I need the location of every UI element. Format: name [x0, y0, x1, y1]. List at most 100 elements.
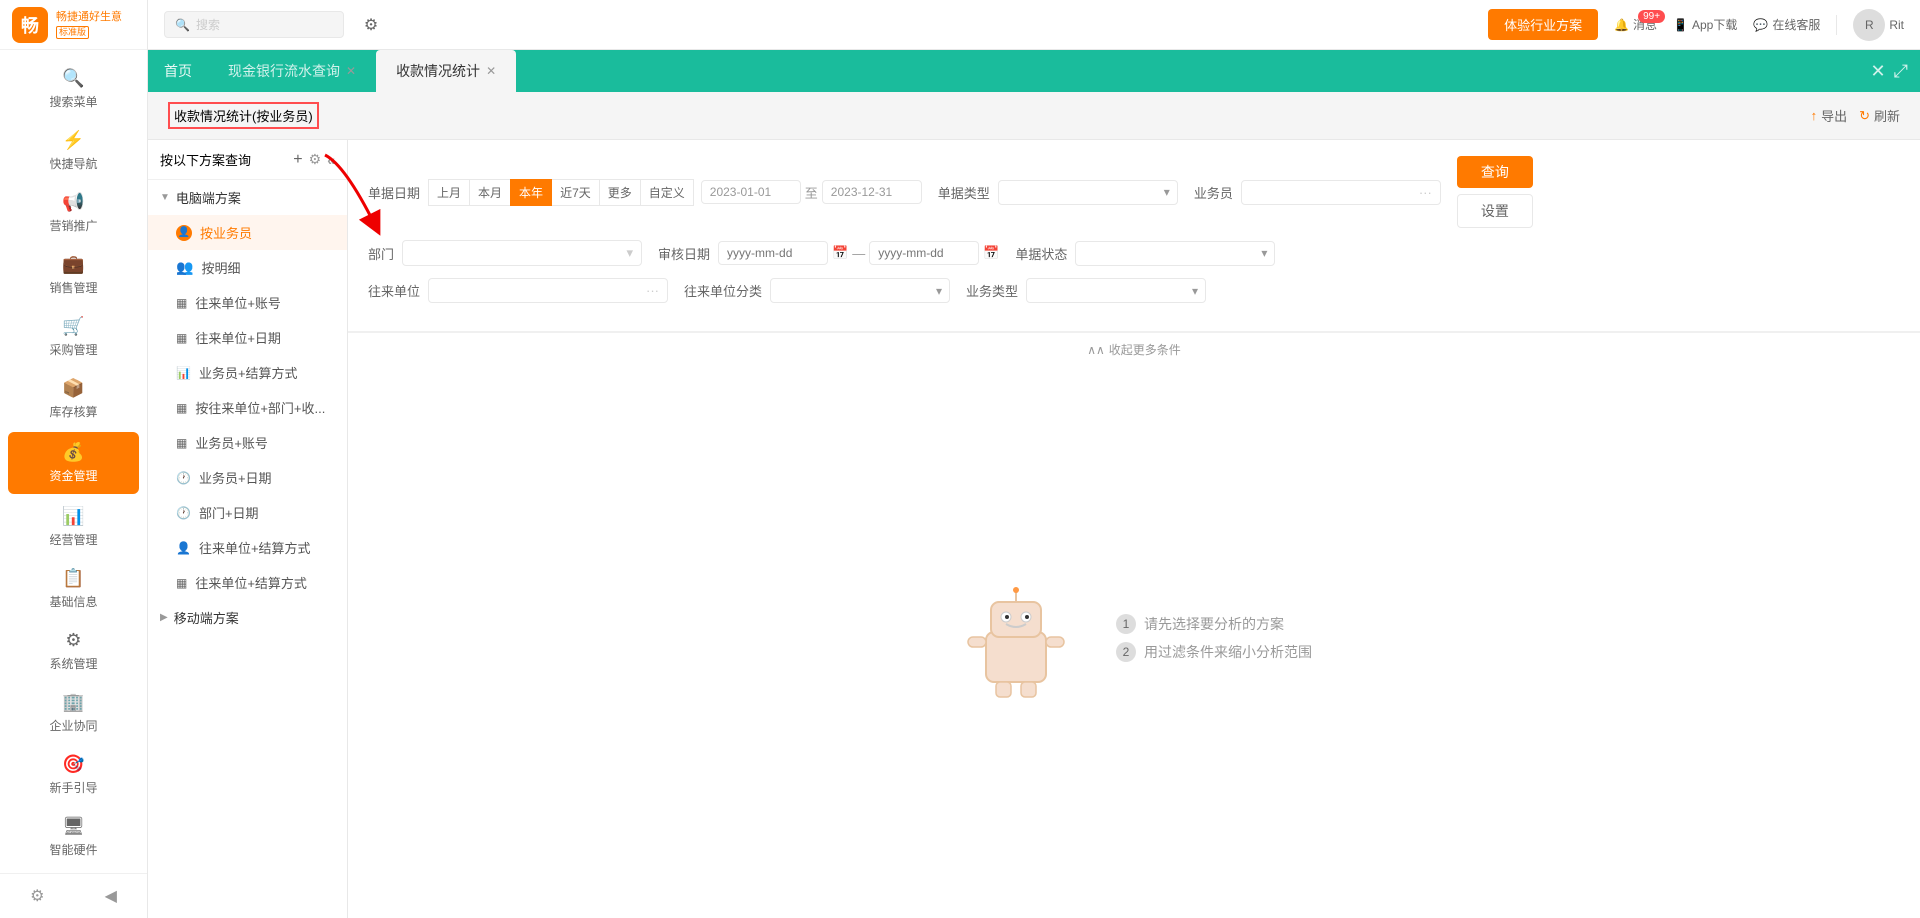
sidebar-item-search-menu[interactable]: 🔍 搜索菜单	[0, 58, 147, 120]
scheme-item-partner-dept-receipt[interactable]: ▦ 按往来单位+部门+收...	[148, 390, 347, 425]
salesperson-settle-icon: 📊	[176, 366, 191, 380]
enterprise-icon: 🏢	[62, 692, 84, 713]
scheme-item-salesperson-settle[interactable]: 📊 业务员+结算方式	[148, 355, 347, 390]
scheme-add-icon[interactable]: +	[293, 151, 302, 169]
scheme-section-desktop-header[interactable]: ▼ 电脑端方案	[148, 180, 347, 215]
export-button[interactable]: ↑ 导出	[1811, 106, 1848, 125]
review-date-label: 审核日期	[658, 244, 710, 263]
sidebar-item-sales[interactable]: 💼 销售管理	[0, 244, 147, 306]
partner-account-icon: ▦	[176, 296, 187, 310]
sidebar-item-operations[interactable]: 📊 经营管理	[0, 496, 147, 558]
trial-button[interactable]: 体验行业方案	[1488, 9, 1598, 40]
sidebar-item-basic-info[interactable]: 📋 基础信息	[0, 558, 147, 620]
scheme-item-by-salesperson[interactable]: 👤 按业务员	[148, 215, 347, 250]
collapse-conditions-btn[interactable]: ∧∧ 收起更多条件	[348, 332, 1920, 366]
partner-category-label: 往来单位分类	[684, 281, 762, 300]
sidebar-nav: 🔍 搜索菜单 ⚡ 快捷导航 📢 营销推广 💼 销售管理 🛒 采购管理 📦 库存核…	[0, 50, 147, 873]
notification-item[interactable]: 🔔 消息 99+	[1614, 16, 1657, 33]
tab-bank-flow-close[interactable]: ✕	[346, 64, 356, 78]
empty-state-illustration	[956, 582, 1076, 702]
scheme-section-mobile: ▶ 移动端方案	[148, 600, 347, 635]
collapse-sidebar-icon[interactable]: ◀	[105, 886, 117, 906]
sidebar-item-finance[interactable]: 💰 资金管理	[8, 432, 139, 494]
sidebar-item-purchase[interactable]: 🛒 采购管理	[0, 306, 147, 368]
partner-input[interactable]: ···	[428, 278, 668, 303]
doc-type-select[interactable]	[998, 180, 1178, 205]
salesperson-input[interactable]: ···	[1241, 180, 1441, 205]
salesperson-account-icon: ▦	[176, 436, 187, 450]
scheme-item-dept-date[interactable]: 🕐 部门+日期	[148, 495, 347, 530]
empty-tip-1: 1 请先选择要分析的方案	[1116, 614, 1312, 634]
sidebar-item-enterprise[interactable]: 🏢 企业协同	[0, 682, 147, 744]
topbar-search-box[interactable]: 🔍 搜索	[164, 11, 344, 38]
dept-date-icon: 🕐	[176, 506, 191, 520]
user-info[interactable]: R Rit	[1853, 9, 1904, 41]
scheme-item-salesperson-date[interactable]: 🕐 业务员+日期	[148, 460, 347, 495]
review-date-cal-icon[interactable]: 📅	[832, 245, 848, 261]
date-start-input[interactable]	[701, 180, 801, 204]
sidebar-item-system[interactable]: ⚙ 系统管理	[0, 620, 147, 682]
review-date-start-input[interactable]	[718, 241, 828, 265]
business-type-select[interactable]	[1026, 278, 1206, 303]
query-panel: 单据日期 上月 本月 本年 近7天 更多 自定义 至	[348, 140, 1920, 918]
date-end-input[interactable]	[822, 180, 922, 204]
scheme-collapse-icon[interactable]: «	[327, 152, 335, 168]
date-tab-custom[interactable]: 自定义	[640, 179, 694, 206]
robot-svg	[956, 582, 1076, 702]
scheme-header: 按以下方案查询 + ⚙ «	[148, 140, 347, 180]
review-date-end-input[interactable]	[869, 241, 979, 265]
scheme-settings-icon[interactable]: ⚙	[309, 151, 322, 168]
service-icon: 💬	[1753, 18, 1768, 32]
scheme-item-partner-date[interactable]: ▦ 往来单位+日期	[148, 320, 347, 355]
sidebar-item-inventory[interactable]: 📦 库存核算	[0, 368, 147, 430]
topbar-divider	[1836, 15, 1837, 35]
topbar-gear-icon[interactable]: ⚙	[356, 10, 386, 40]
online-service-item[interactable]: 💬 在线客服	[1753, 16, 1820, 33]
query-button[interactable]: 查询	[1457, 156, 1533, 188]
review-date-end-cal-icon[interactable]: 📅	[983, 245, 999, 261]
scheme-item-partner-account[interactable]: ▦ 往来单位+账号	[148, 285, 347, 320]
tab-bank-flow[interactable]: 现金银行流水查询 ✕	[208, 50, 376, 92]
scheme-item-partner-settle2[interactable]: ▦ 往来单位+结算方式	[148, 565, 347, 600]
tab-home[interactable]: 首页	[148, 50, 208, 92]
app-download-item[interactable]: 📱 App下载	[1673, 16, 1737, 33]
settings-button[interactable]: 设置	[1457, 194, 1533, 228]
dept-dropdown-icon: ▾	[626, 245, 633, 261]
sidebar-item-guide[interactable]: 🎯 新手引导	[0, 744, 147, 806]
settings-bottom-icon[interactable]: ⚙	[30, 886, 44, 906]
user-name: Rit	[1889, 18, 1904, 32]
scheme-item-by-detail[interactable]: 👥 按明细	[148, 250, 347, 285]
tab-close-all-icon[interactable]: ✕	[1871, 61, 1886, 82]
sidebar-item-marketing[interactable]: 📢 营销推广	[0, 182, 147, 244]
desktop-section-arrow: ▼	[160, 192, 170, 203]
partner-category-select[interactable]	[770, 278, 950, 303]
tab-receipt-stats[interactable]: 收款情况统计 ✕	[376, 50, 516, 92]
scheme-item-partner-settle1[interactable]: 👤 往来单位+结算方式	[148, 530, 347, 565]
sidebar-item-hardware[interactable]: 🖥 智能硬件	[0, 806, 147, 868]
scheme-item-salesperson-account[interactable]: ▦ 业务员+账号	[148, 425, 347, 460]
tabs-right-actions: ✕ ⤢	[1871, 61, 1920, 82]
date-tab-more[interactable]: 更多	[599, 179, 641, 206]
empty-tip-2: 2 用过滤条件来缩小分析范围	[1116, 642, 1312, 662]
tab-expand-icon[interactable]: ⤢	[1894, 61, 1908, 82]
date-tab-this-year[interactable]: 本年	[510, 179, 552, 206]
doc-type-label: 单据类型	[938, 183, 990, 202]
page-actions: ↑ 导出 ↻ 刷新	[1811, 106, 1900, 125]
scheme-panel: 按以下方案查询 + ⚙ « ▼ 电脑端方案 👤 按业务员	[148, 140, 348, 918]
guide-icon: 🎯	[62, 754, 84, 775]
refresh-button[interactable]: ↻ 刷新	[1859, 106, 1900, 125]
doc-status-select[interactable]	[1075, 241, 1275, 266]
business-type-select-wrapper	[1026, 278, 1206, 303]
scheme-section-mobile-header[interactable]: ▶ 移动端方案	[148, 600, 347, 635]
date-tab-last-month[interactable]: 上月	[428, 179, 470, 206]
partner-more-icon: ···	[646, 283, 659, 298]
sidebar: 畅 畅捷通好生意 标准版 🔍 搜索菜单 ⚡ 快捷导航 📢 营销推广 💼 销售管理…	[0, 0, 148, 918]
date-tab-this-month[interactable]: 本月	[469, 179, 511, 206]
sidebar-item-quick-nav[interactable]: ⚡ 快捷导航	[0, 120, 147, 182]
date-tab-7days[interactable]: 近7天	[551, 179, 600, 206]
dept-input[interactable]: ▾	[402, 240, 642, 266]
content-area: 按以下方案查询 + ⚙ « ▼ 电脑端方案 👤 按业务员	[148, 140, 1920, 918]
tab-receipt-stats-close[interactable]: ✕	[486, 64, 496, 78]
partner-category-select-wrapper	[770, 278, 950, 303]
empty-state: 1 请先选择要分析的方案 2 用过滤条件来缩小分析范围	[348, 366, 1920, 918]
